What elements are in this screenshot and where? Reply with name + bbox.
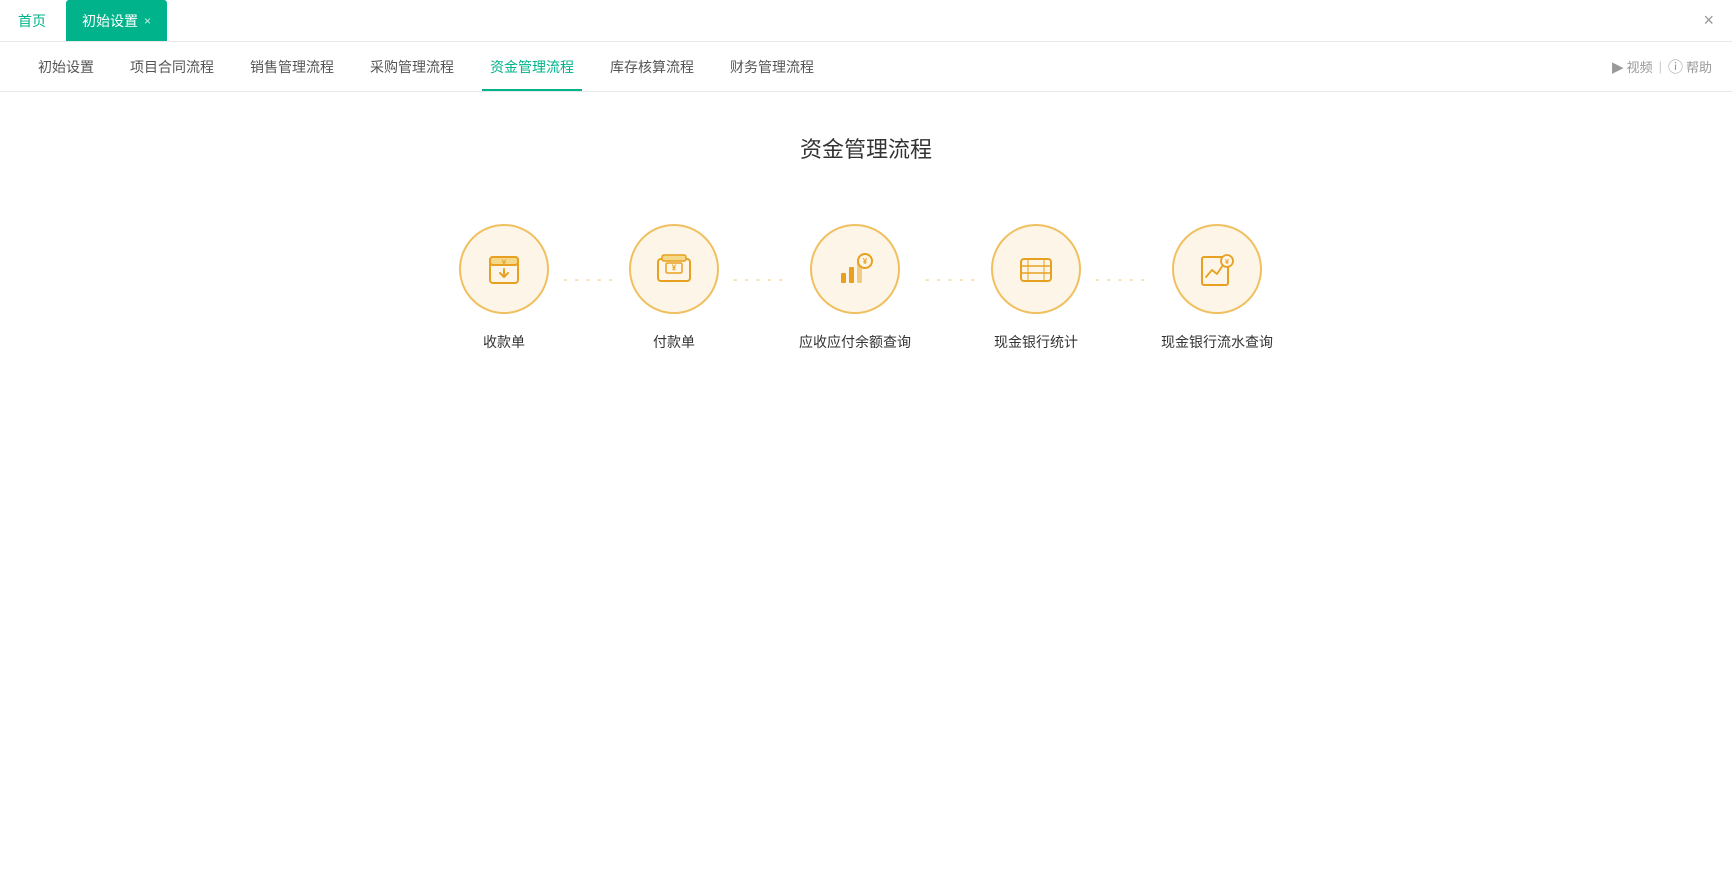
nav-item-kucun[interactable]: 库存核算流程 xyxy=(592,42,712,91)
nav-item-label: 库存核算流程 xyxy=(610,57,694,77)
connector-4: - - - - - xyxy=(1081,272,1161,304)
active-tab[interactable]: 初始设置 × xyxy=(66,0,167,41)
main-content: 资金管理流程 ¥ 收款单 - - - - - xyxy=(0,92,1732,392)
connector-3: - - - - - xyxy=(911,272,991,304)
flow-item-yingshou[interactable]: ¥ 应收应付余额查询 xyxy=(799,224,911,352)
video-label: 视频 xyxy=(1627,57,1653,76)
yingshou-label: 应收应付余额查询 xyxy=(799,332,911,352)
shoukuan-label: 收款单 xyxy=(483,332,525,352)
play-circle-icon: ▶ xyxy=(1612,58,1624,76)
nav-item-chushi[interactable]: 初始设置 xyxy=(20,42,112,91)
nav-item-label: 财务管理流程 xyxy=(730,57,814,77)
dots-icon-3: - - - - - xyxy=(925,272,976,286)
svg-text:¥: ¥ xyxy=(863,257,868,266)
help-label: 帮助 xyxy=(1686,57,1712,76)
dots-icon-1: - - - - - xyxy=(563,272,614,286)
nav-item-xiaoshou[interactable]: 销售管理流程 xyxy=(232,42,352,91)
flow-item-shoukuan[interactable]: ¥ 收款单 xyxy=(459,224,549,352)
nav-bar: 初始设置 项目合同流程 销售管理流程 采购管理流程 资金管理流程 库存核算流程 … xyxy=(0,42,1732,92)
shoukuan-icon: ¥ xyxy=(482,247,526,291)
flow-item-xianjin[interactable]: 现金银行统计 xyxy=(991,224,1081,352)
svg-text:¥: ¥ xyxy=(672,264,677,273)
nav-item-caigou[interactable]: 采购管理流程 xyxy=(352,42,472,91)
tab-close-icon[interactable]: × xyxy=(144,14,151,28)
flow-row: ¥ 收款单 - - - - - ¥ 付款单 - - - - - xyxy=(459,224,1273,352)
nav-item-label: 初始设置 xyxy=(38,57,94,77)
active-tab-label: 初始设置 xyxy=(82,11,138,31)
window-close-button[interactable]: × xyxy=(1685,0,1732,41)
question-circle-icon: ⓘ xyxy=(1668,56,1683,77)
svg-text:¥: ¥ xyxy=(1225,259,1229,266)
liushui-icon-wrap: ¥ xyxy=(1172,224,1262,314)
flow-item-liushui[interactable]: ¥ 现金银行流水查询 xyxy=(1161,224,1273,352)
xianjin-icon xyxy=(1014,247,1058,291)
svg-text:¥: ¥ xyxy=(502,259,507,268)
shoukuan-icon-wrap: ¥ xyxy=(459,224,549,314)
nav-item-label: 销售管理流程 xyxy=(250,57,334,77)
fukuan-icon: ¥ xyxy=(652,247,696,291)
liushui-label: 现金银行流水查询 xyxy=(1161,332,1273,352)
nav-item-label: 资金管理流程 xyxy=(490,57,574,77)
page-title: 资金管理流程 xyxy=(800,132,932,164)
yingshou-icon-wrap: ¥ xyxy=(810,224,900,314)
xianjin-icon-wrap xyxy=(991,224,1081,314)
nav-item-label: 采购管理流程 xyxy=(370,57,454,77)
liushui-icon: ¥ xyxy=(1195,247,1239,291)
nav-right: ▶ 视频 | ⓘ 帮助 xyxy=(1612,56,1712,77)
nav-item-caiwu[interactable]: 财务管理流程 xyxy=(712,42,832,91)
help-button[interactable]: ⓘ 帮助 xyxy=(1668,56,1712,77)
nav-item-zijin[interactable]: 资金管理流程 xyxy=(472,42,592,91)
dots-icon-2: - - - - - xyxy=(733,272,784,286)
top-bar: 首页 初始设置 × × xyxy=(0,0,1732,42)
fukuan-icon-wrap: ¥ xyxy=(629,224,719,314)
connector-1: - - - - - xyxy=(549,272,629,304)
nav-item-label: 项目合同流程 xyxy=(130,57,214,77)
home-tab[interactable]: 首页 xyxy=(0,0,64,41)
nav-divider: | xyxy=(1657,59,1664,74)
nav-item-xiangmu[interactable]: 项目合同流程 xyxy=(112,42,232,91)
fukuan-label: 付款单 xyxy=(653,332,695,352)
dots-icon-4: - - - - - xyxy=(1095,272,1146,286)
flow-item-fukuan[interactable]: ¥ 付款单 xyxy=(629,224,719,352)
connector-2: - - - - - xyxy=(719,272,799,304)
video-button[interactable]: ▶ 视频 xyxy=(1612,57,1653,76)
yingshou-icon: ¥ xyxy=(833,247,877,291)
xianjin-label: 现金银行统计 xyxy=(994,332,1078,352)
